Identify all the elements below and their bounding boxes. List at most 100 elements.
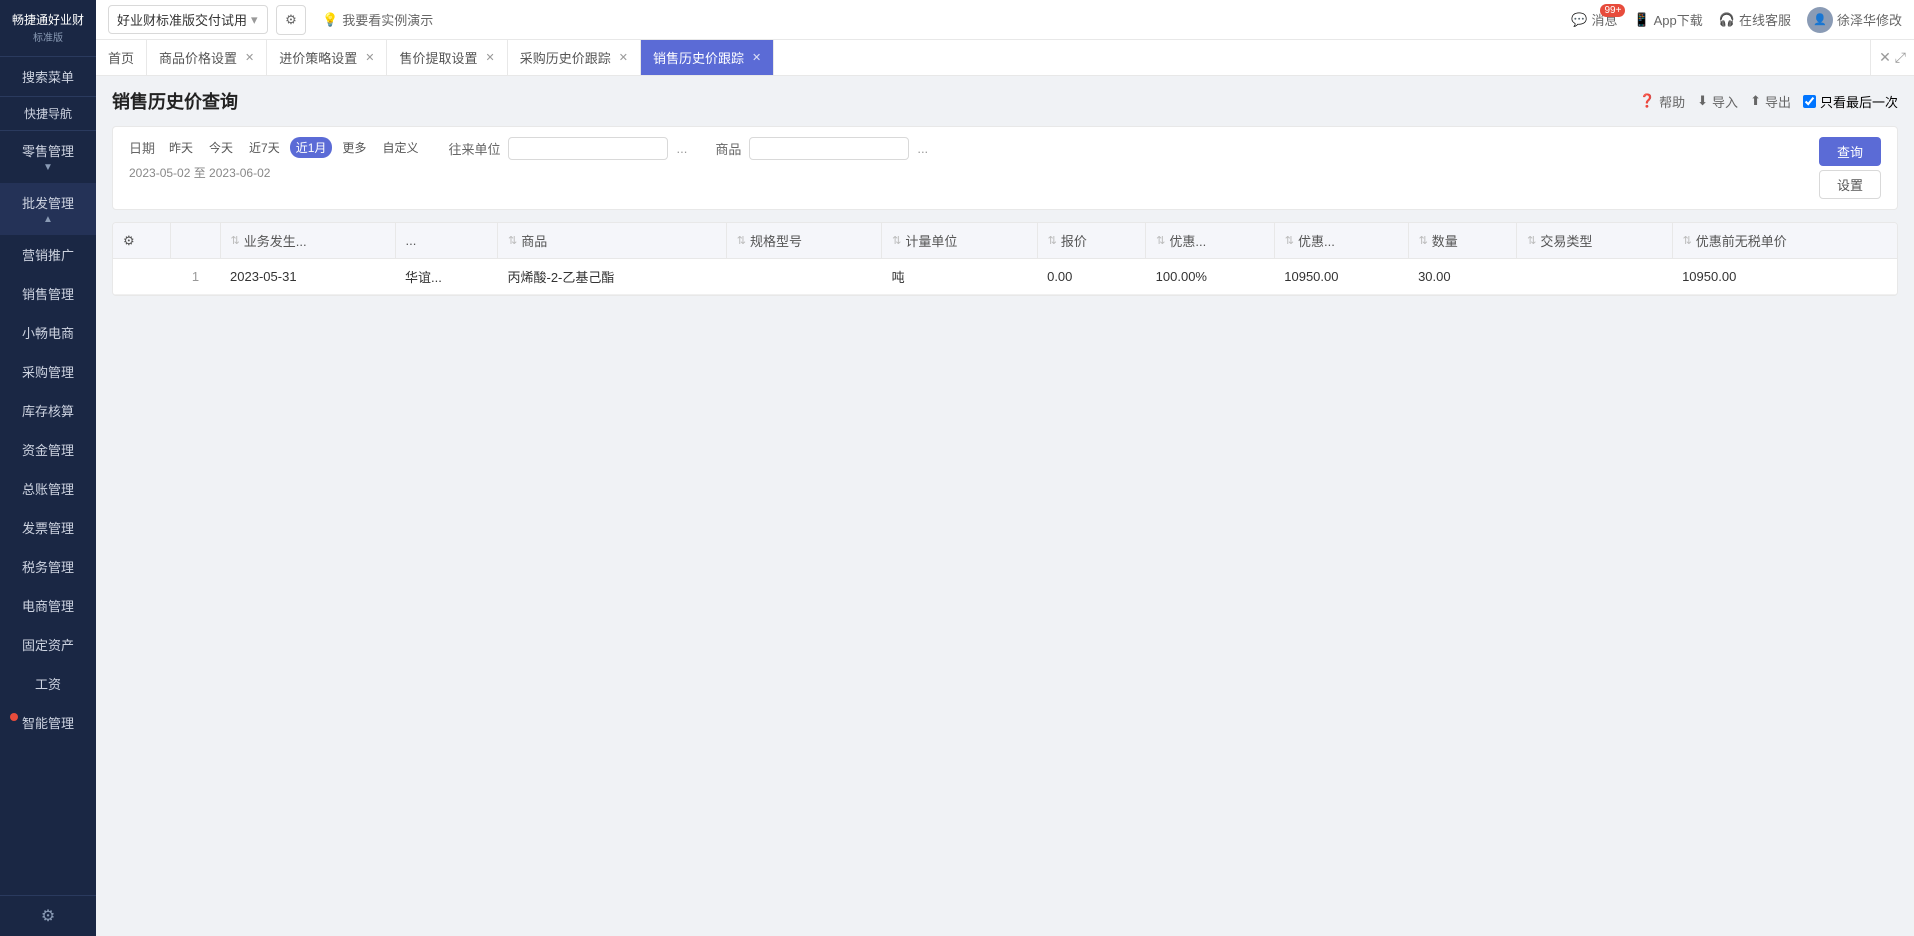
query-button[interactable]: 查询 — [1819, 137, 1881, 166]
tab-purchase-history[interactable]: 采购历史价跟踪 ✕ — [508, 40, 641, 76]
product-selector[interactable]: 好业财标准版交付试用 ▾ — [108, 5, 268, 34]
col-idx — [171, 223, 220, 259]
app-download-button[interactable]: 📱 App下载 — [1633, 10, 1702, 29]
last-only-checkbox-group: 只看最后一次 — [1803, 92, 1898, 111]
col-tx-type[interactable]: ⇅ 交易类型 — [1517, 223, 1672, 259]
notification-dot — [10, 713, 18, 721]
import-button[interactable]: ⬇ 导入 — [1697, 92, 1738, 111]
demo-button[interactable]: 💡 我要看实例演示 — [322, 10, 433, 29]
sidebar-item-label: 工资 — [35, 674, 61, 693]
sidebar-item-ecommerce[interactable]: 电商管理 — [0, 586, 96, 625]
close-icon[interactable]: ✕ — [486, 51, 495, 64]
sidebar-item-wholesale-mgmt[interactable]: 批发管理 ▲ — [0, 183, 96, 235]
tab-price-extract[interactable]: 售价提取设置 ✕ — [387, 40, 507, 76]
sidebar-item-retail-mgmt[interactable]: 零售管理 ▼ — [0, 131, 96, 183]
date-filter-row: 日期 昨天 今天 近7天 近1月 更多 自定义 — [129, 137, 424, 158]
close-icon[interactable]: ✕ — [752, 51, 761, 64]
import-icon: ⬇ — [1697, 93, 1708, 109]
date-btn-yesterday[interactable]: 昨天 — [163, 137, 199, 158]
message-icon: 💬 — [1571, 12, 1587, 28]
close-icon[interactable]: ✕ — [245, 51, 254, 64]
sidebar-item-accounting[interactable]: 总账管理 — [0, 469, 96, 508]
messages-button[interactable]: 💬 消息 99+ — [1571, 10, 1617, 29]
sidebar-item-fixed-assets[interactable]: 固定资产 — [0, 625, 96, 664]
sidebar-item-finance[interactable]: 资金管理 — [0, 430, 96, 469]
data-table: ⚙ ⇅ 业务发生... ... — [113, 223, 1897, 295]
col-header-label: 规格型号 — [750, 231, 802, 250]
help-button[interactable]: ❓ 帮助 — [1639, 92, 1685, 111]
sidebar-quick-nav[interactable]: 快捷导航 — [0, 97, 96, 131]
user-profile-button[interactable]: 👤 徐泽华修改 — [1807, 7, 1902, 33]
topbar-right: 💬 消息 99+ 📱 App下载 🎧 在线客服 👤 徐泽华修改 — [1571, 7, 1902, 33]
sidebar-item-invoice[interactable]: 发票管理 — [0, 508, 96, 547]
chevron-down-icon: ▾ — [251, 12, 258, 28]
col-product[interactable]: ⇅ 商品 — [497, 223, 726, 259]
sidebar-item-label: 采购管理 — [22, 362, 74, 381]
from-unit-input[interactable] — [508, 137, 668, 160]
sidebar-bottom: ⚙ — [0, 895, 96, 936]
sidebar-search[interactable]: 搜索菜单 — [0, 57, 96, 97]
help-label: 帮助 — [1659, 92, 1685, 111]
close-icon[interactable]: ✕ — [365, 51, 374, 64]
table-header-row: ⚙ ⇅ 业务发生... ... — [113, 223, 1897, 259]
from-unit-label: 往来单位 — [448, 139, 500, 158]
col-discount2[interactable]: ⇅ 优惠... — [1274, 223, 1408, 259]
table-row: 1 2023-05-31 华谊... 丙烯酸-2-乙基己酯 吨 0.00 100… — [113, 259, 1897, 295]
last-only-checkbox[interactable] — [1803, 95, 1816, 108]
sidebar-item-ecommerce-small[interactable]: 小畅电商 — [0, 313, 96, 352]
close-icon[interactable]: ✕ — [619, 51, 628, 64]
date-btn-more[interactable]: 更多 — [336, 137, 372, 158]
tabbar: 首页 商品价格设置 ✕ 进价策略设置 ✕ 售价提取设置 ✕ 采购历史价跟踪 ✕ … — [96, 40, 1914, 76]
help-icon: ❓ — [1639, 93, 1655, 109]
from-unit-ellipsis-btn[interactable]: ... — [672, 139, 691, 158]
sidebar-item-purchase-mgmt[interactable]: 采购管理 — [0, 352, 96, 391]
export-button[interactable]: ⬆ 导出 — [1750, 92, 1791, 111]
col-unit[interactable]: ⇅ 计量单位 — [882, 223, 1037, 259]
col-price[interactable]: ⇅ 报价 — [1037, 223, 1146, 259]
sort-icon: ⇅ — [1048, 234, 1057, 247]
sidebar-item-sales-mgmt[interactable]: 销售管理 — [0, 274, 96, 313]
sidebar-item-smart-mgmt[interactable]: 智能管理 — [0, 703, 96, 742]
topbar: 好业财标准版交付试用 ▾ ⚙ 💡 我要看实例演示 💬 消息 99+ 📱 App下… — [96, 0, 1914, 40]
col-spec[interactable]: ⇅ 规格型号 — [726, 223, 881, 259]
sidebar-item-label: 营销推广 — [22, 245, 74, 264]
date-btn-custom[interactable]: 自定义 — [376, 137, 424, 158]
sidebar-item-inventory[interactable]: 库存核算 — [0, 391, 96, 430]
online-service-button[interactable]: 🎧 在线客服 — [1719, 10, 1791, 29]
date-btn-today[interactable]: 今天 — [203, 137, 239, 158]
col-more[interactable]: ... — [395, 223, 497, 259]
date-btn-last7days[interactable]: 近7天 — [243, 137, 286, 158]
product-input[interactable] — [749, 137, 909, 160]
product-ellipsis-btn[interactable]: ... — [913, 139, 932, 158]
tab-sales-history[interactable]: 销售历史价跟踪 ✕ — [641, 40, 774, 76]
col-header-label: 报价 — [1061, 231, 1087, 250]
date-btn-last1month[interactable]: 近1月 — [290, 137, 333, 158]
col-pretax-price[interactable]: ⇅ 优惠前无税单价 — [1672, 223, 1897, 259]
online-service-label: 在线客服 — [1739, 10, 1791, 29]
tab-product-price[interactable]: 商品价格设置 ✕ — [147, 40, 267, 76]
col-header-label: ... — [406, 233, 417, 248]
topbar-settings-button[interactable]: ⚙ — [276, 5, 306, 35]
gear-icon[interactable]: ⚙ — [123, 233, 135, 249]
tab-purchase-strategy[interactable]: 进价策略设置 ✕ — [267, 40, 387, 76]
maximize-window-icon[interactable]: ⤢ — [1895, 49, 1906, 66]
cell-tx-type — [1517, 259, 1672, 295]
col-biz-date[interactable]: ⇅ 业务发生... — [220, 223, 395, 259]
sidebar-item-marketing[interactable]: 营销推广 — [0, 235, 96, 274]
export-icon: ⬆ — [1750, 93, 1761, 109]
sidebar-item-label: 税务管理 — [22, 557, 74, 576]
sidebar-item-label: 小畅电商 — [22, 323, 74, 342]
close-window-icon[interactable]: ✕ — [1879, 49, 1891, 66]
sidebar-item-tax[interactable]: 税务管理 — [0, 547, 96, 586]
settings-small-button[interactable]: 设置 — [1819, 170, 1881, 199]
col-header-label: 交易类型 — [1540, 231, 1592, 250]
gear-icon[interactable]: ⚙ — [41, 908, 55, 925]
tab-home[interactable]: 首页 — [96, 40, 147, 76]
content-area: 销售历史价查询 ❓ 帮助 ⬇ 导入 ⬆ 导出 只看最后一次 — [96, 76, 1914, 936]
user-name: 徐泽华修改 — [1837, 10, 1902, 29]
col-qty[interactable]: ⇅ 数量 — [1408, 223, 1517, 259]
sidebar-item-payroll[interactable]: 工资 — [0, 664, 96, 703]
product-filter-label: 商品 — [715, 139, 741, 158]
col-discount1[interactable]: ⇅ 优惠... — [1146, 223, 1275, 259]
export-label: 导出 — [1765, 92, 1791, 111]
